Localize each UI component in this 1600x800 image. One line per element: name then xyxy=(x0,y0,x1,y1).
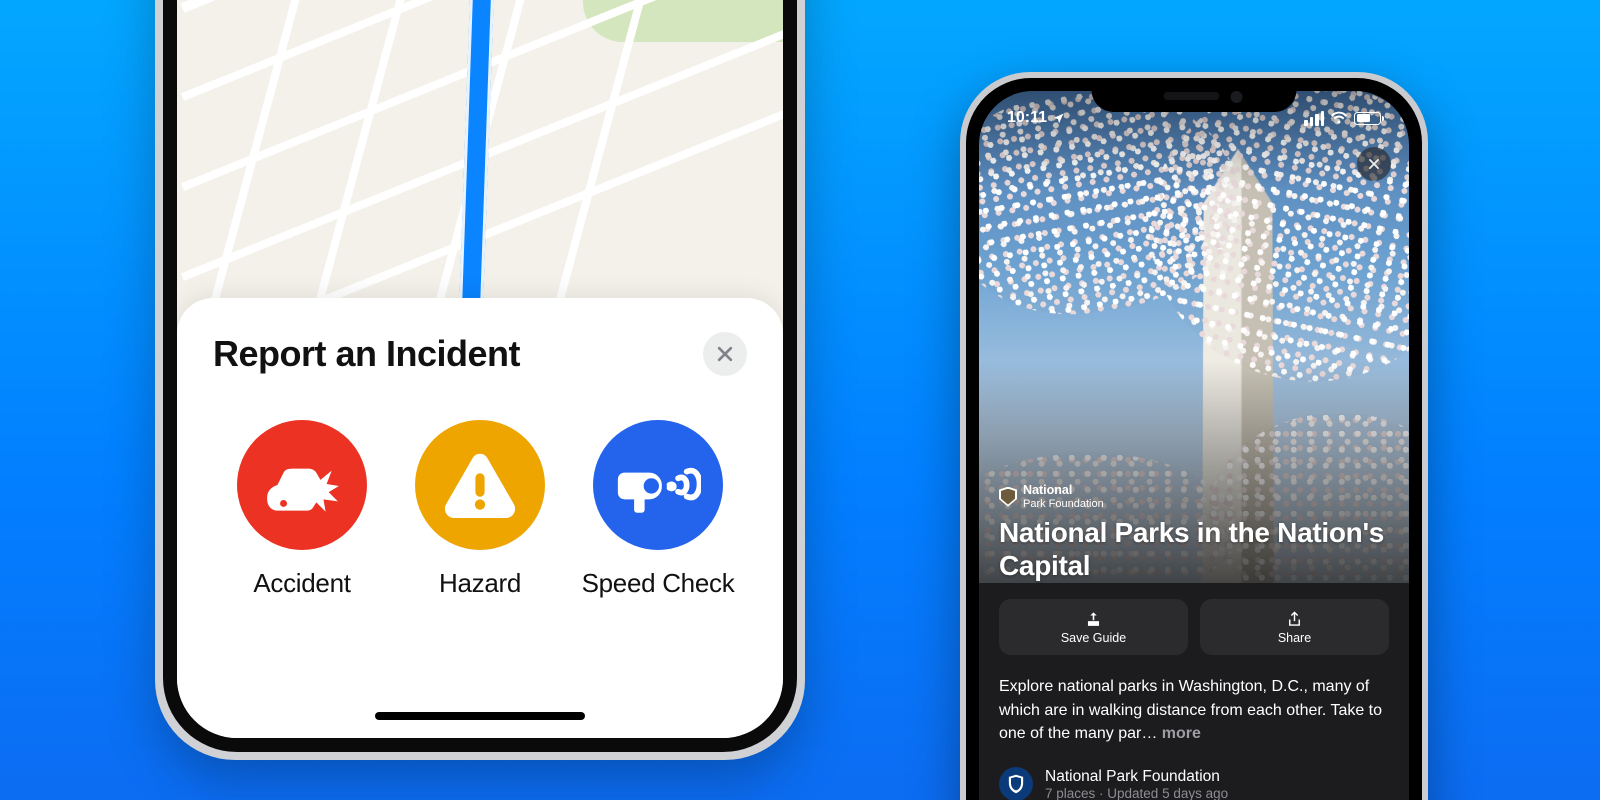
npf-line2: Park Foundation xyxy=(1023,498,1104,511)
speed-check-icon xyxy=(593,420,723,550)
save-icon xyxy=(1084,610,1103,629)
status-time: 10:11 xyxy=(1007,109,1047,127)
close-icon xyxy=(715,344,735,364)
home-indicator[interactable] xyxy=(375,712,585,720)
incident-label: Speed Check xyxy=(582,568,735,599)
phone-right-screen: 10:11 National Park Foundation xyxy=(979,91,1409,800)
npf-line1: National xyxy=(1023,483,1072,497)
incident-speed-check[interactable]: Speed Check xyxy=(573,420,743,599)
status-bar: 10:11 xyxy=(979,103,1409,133)
share-icon xyxy=(1285,610,1304,629)
incident-options: Accident Hazard xyxy=(213,420,747,599)
guide-title: National Parks in the Nation's Capital xyxy=(999,516,1389,582)
cellular-signal-icon xyxy=(1304,111,1324,126)
shield-icon xyxy=(1007,774,1025,794)
hazard-icon xyxy=(415,420,545,550)
shield-icon xyxy=(999,487,1017,507)
close-button[interactable] xyxy=(1357,147,1391,181)
more-link[interactable]: more xyxy=(1162,725,1201,742)
share-button[interactable]: Share xyxy=(1200,599,1389,655)
share-label: Share xyxy=(1278,631,1311,645)
save-guide-label: Save Guide xyxy=(1061,631,1126,645)
source-meta: 7 places · Updated 5 days ago xyxy=(1045,786,1228,800)
close-button[interactable] xyxy=(703,332,747,376)
sheet-title: Report an Incident xyxy=(213,333,520,375)
incident-hazard[interactable]: Hazard xyxy=(395,420,565,599)
report-incident-sheet: Report an Incident xyxy=(177,298,783,738)
guide-source[interactable]: National Park Foundation 7 places · Upda… xyxy=(999,767,1389,800)
location-arrow-icon xyxy=(1052,112,1065,125)
guide-detail-panel: Save Guide Share Explore national parks … xyxy=(979,583,1409,800)
phone-right-bezel: 10:11 National Park Foundation xyxy=(966,78,1422,800)
wifi-icon xyxy=(1330,111,1348,125)
incident-accident[interactable]: Accident xyxy=(217,420,387,599)
battery-icon xyxy=(1354,112,1381,125)
guide-header-overlay: National Park Foundation National Parks … xyxy=(979,483,1409,582)
incident-label: Hazard xyxy=(439,568,521,599)
phone-left-bezel: Report an Incident xyxy=(163,0,797,752)
source-badge xyxy=(999,767,1033,800)
guide-description: Explore national parks in Washington, D.… xyxy=(999,675,1389,745)
phone-left-screen: Report an Incident xyxy=(177,0,783,738)
phone-right: 10:11 National Park Foundation xyxy=(960,72,1428,800)
source-name: National Park Foundation xyxy=(1045,768,1228,786)
phone-left: Report an Incident xyxy=(155,0,805,760)
incident-label: Accident xyxy=(253,568,350,599)
save-guide-button[interactable]: Save Guide xyxy=(999,599,1188,655)
npf-badge: National Park Foundation xyxy=(999,483,1389,510)
accident-icon xyxy=(237,420,367,550)
close-icon xyxy=(1367,157,1381,171)
